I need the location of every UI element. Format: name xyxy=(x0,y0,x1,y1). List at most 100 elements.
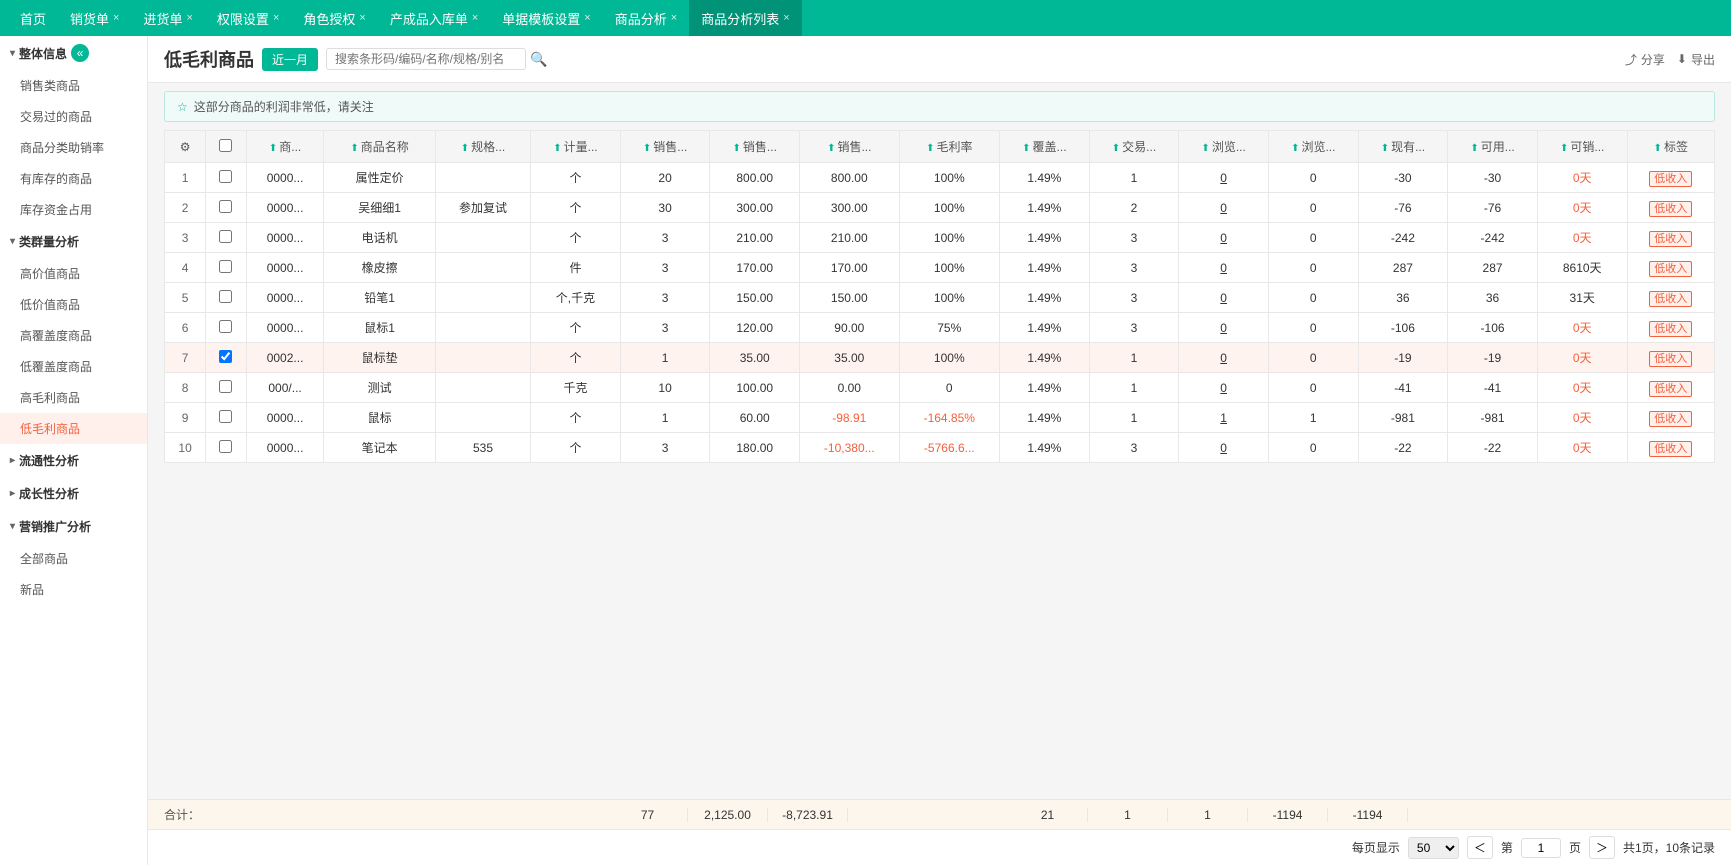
sidebar-group-cluster[interactable]: ▾ 类群量分析 xyxy=(0,225,147,258)
col-sales-profit[interactable]: ⬆销售... xyxy=(800,131,899,163)
close-icon[interactable]: × xyxy=(359,12,365,24)
sidebar-group-overall[interactable]: ▾ 整体信息 « xyxy=(0,36,147,70)
close-icon[interactable]: × xyxy=(273,12,279,24)
row-select-checkbox[interactable] xyxy=(219,170,232,183)
col-view1[interactable]: ⬆浏览... xyxy=(1179,131,1269,163)
row-select-checkbox[interactable] xyxy=(219,230,232,243)
row-view1[interactable]: 0 xyxy=(1179,193,1269,223)
sidebar-collapse-btn[interactable]: « xyxy=(71,44,89,62)
row-view1[interactable]: 0 xyxy=(1179,163,1269,193)
nav-analysis-list[interactable]: 商品分析列表 × xyxy=(689,0,801,36)
nav-home[interactable]: 首页 xyxy=(8,0,58,36)
close-icon[interactable]: × xyxy=(671,12,677,24)
nav-product-entry[interactable]: 产成品入库单 × xyxy=(378,0,490,36)
row-view1[interactable]: 0 xyxy=(1179,373,1269,403)
select-all-checkbox[interactable] xyxy=(219,139,232,152)
row-current: -41 xyxy=(1358,373,1448,403)
sidebar-item-traded-products[interactable]: 交易过的商品 xyxy=(0,101,147,132)
sidebar-item-low-value[interactable]: 低价值商品 xyxy=(0,289,147,320)
col-sellable[interactable]: ⬆可销... xyxy=(1537,131,1627,163)
row-view1[interactable]: 0 xyxy=(1179,313,1269,343)
row-select-checkbox[interactable] xyxy=(219,410,232,423)
sidebar-group-growth[interactable]: ▸ 成长性分析 xyxy=(0,477,147,510)
row-sellable: 0天 xyxy=(1537,313,1627,343)
share-button[interactable]: ⤴ 分享 xyxy=(1625,51,1665,68)
filter-recent-month-button[interactable]: 近一月 xyxy=(262,48,318,71)
col-current[interactable]: ⬆现有... xyxy=(1358,131,1448,163)
row-checkbox[interactable] xyxy=(206,193,247,223)
col-coverage[interactable]: ⬆覆盖... xyxy=(1000,131,1090,163)
close-icon[interactable]: × xyxy=(783,12,789,24)
nav-template[interactable]: 单据模板设置 × xyxy=(490,0,602,36)
prev-page-button[interactable]: ＜ xyxy=(1467,836,1493,859)
col-view2[interactable]: ⬆浏览... xyxy=(1268,131,1358,163)
col-sales-qty[interactable]: ⬆销售... xyxy=(620,131,710,163)
col-settings[interactable]: ⚙ xyxy=(165,131,206,163)
search-icon[interactable]: 🔍 xyxy=(530,51,547,68)
sidebar-item-all-products[interactable]: 全部商品 xyxy=(0,543,147,574)
row-checkbox[interactable] xyxy=(206,223,247,253)
sidebar-item-low-coverage[interactable]: 低覆盖度商品 xyxy=(0,351,147,382)
search-input[interactable] xyxy=(326,48,526,70)
nav-roles[interactable]: 角色授权 × xyxy=(291,0,377,36)
row-select-checkbox[interactable] xyxy=(219,290,232,303)
close-icon[interactable]: × xyxy=(584,12,590,24)
row-available: -41 xyxy=(1448,373,1538,403)
row-select-checkbox[interactable] xyxy=(219,200,232,213)
row-select-checkbox[interactable] xyxy=(219,440,232,453)
page-number-input[interactable] xyxy=(1521,838,1561,858)
col-tag[interactable]: ⬆标签 xyxy=(1627,131,1714,163)
row-checkbox[interactable] xyxy=(206,313,247,343)
sidebar-item-category-rate[interactable]: 商品分类助销率 xyxy=(0,132,147,163)
row-view1[interactable]: 0 xyxy=(1179,343,1269,373)
sidebar-item-low-margin[interactable]: 低毛利商品 xyxy=(0,413,147,444)
row-checkbox[interactable] xyxy=(206,343,247,373)
nav-purchase[interactable]: 进货单 × xyxy=(131,0,204,36)
col-transaction[interactable]: ⬆交易... xyxy=(1089,131,1179,163)
sidebar-item-stocked[interactable]: 有库存的商品 xyxy=(0,163,147,194)
close-icon[interactable]: × xyxy=(472,12,478,24)
row-select-checkbox[interactable] xyxy=(219,380,232,393)
next-page-button[interactable]: ＞ xyxy=(1589,836,1615,859)
sidebar-item-sales-products[interactable]: 销售类商品 xyxy=(0,70,147,101)
sidebar-item-high-value[interactable]: 高价值商品 xyxy=(0,258,147,289)
sidebar-group-marketing[interactable]: ▾ 营销推广分析 xyxy=(0,510,147,543)
nav-sales[interactable]: 销货单 × xyxy=(58,0,131,36)
sidebar-item-high-margin[interactable]: 高毛利商品 xyxy=(0,382,147,413)
nav-product-analysis[interactable]: 商品分析 × xyxy=(603,0,689,36)
sidebar-item-inventory-capital[interactable]: 库存资金占用 xyxy=(0,194,147,225)
row-view1[interactable]: 0 xyxy=(1179,283,1269,313)
export-button[interactable]: ⬇ 导出 xyxy=(1677,51,1715,68)
col-sales-price[interactable]: ⬆销售... xyxy=(710,131,800,163)
col-name[interactable]: ⬆商品名称 xyxy=(324,131,436,163)
row-select-checkbox[interactable] xyxy=(219,350,232,363)
close-icon[interactable]: × xyxy=(186,12,192,24)
row-select-checkbox[interactable] xyxy=(219,320,232,333)
row-checkbox[interactable] xyxy=(206,403,247,433)
row-checkbox[interactable] xyxy=(206,253,247,283)
sidebar-item-high-coverage[interactable]: 高覆盖度商品 xyxy=(0,320,147,351)
row-view1[interactable]: 0 xyxy=(1179,433,1269,463)
sidebar-item-new-products[interactable]: 新品 xyxy=(0,574,147,605)
row-checkbox[interactable] xyxy=(206,433,247,463)
col-margin[interactable]: ⬆毛利率 xyxy=(899,131,1000,163)
col-available[interactable]: ⬆可用... xyxy=(1448,131,1538,163)
row-code: 0000... xyxy=(246,193,324,223)
row-checkbox[interactable] xyxy=(206,163,247,193)
per-page-select[interactable]: 50 100 200 xyxy=(1408,837,1459,859)
row-view1[interactable]: 1 xyxy=(1179,403,1269,433)
row-sales-qty: 10 xyxy=(620,373,710,403)
col-spec[interactable]: ⬆规格... xyxy=(435,131,530,163)
col-unit[interactable]: ⬆计量... xyxy=(531,131,621,163)
col-code[interactable]: ⬆商... xyxy=(246,131,324,163)
row-checkbox[interactable] xyxy=(206,283,247,313)
close-icon[interactable]: × xyxy=(113,12,119,24)
col-checkbox[interactable] xyxy=(206,131,247,163)
row-checkbox[interactable] xyxy=(206,373,247,403)
nav-permissions[interactable]: 权限设置 × xyxy=(205,0,291,36)
row-sellable: 0天 xyxy=(1537,223,1627,253)
row-view1[interactable]: 0 xyxy=(1179,253,1269,283)
sidebar-group-flow[interactable]: ▸ 流通性分析 xyxy=(0,444,147,477)
row-select-checkbox[interactable] xyxy=(219,260,232,273)
row-view1[interactable]: 0 xyxy=(1179,223,1269,253)
